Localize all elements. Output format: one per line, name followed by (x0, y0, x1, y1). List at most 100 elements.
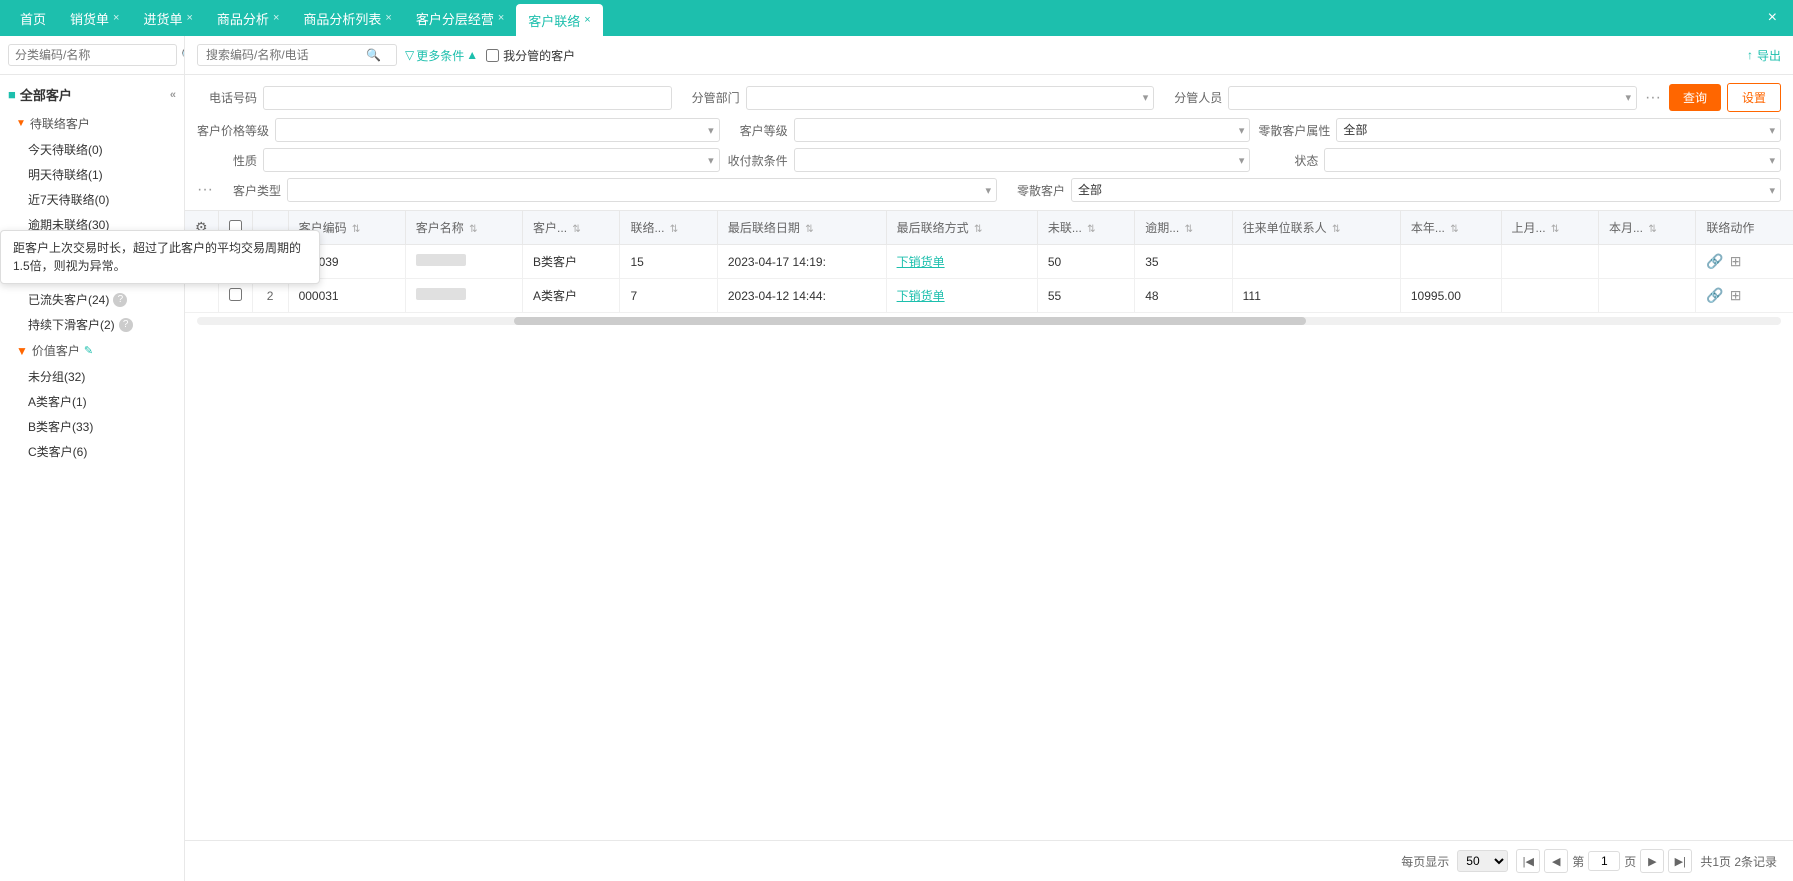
nav-home[interactable]: 首页 (8, 0, 58, 36)
page-next-button[interactable]: ▶ (1640, 849, 1664, 873)
window-close-button[interactable]: × (1760, 9, 1785, 27)
horizontal-scrollbar[interactable] (197, 317, 1781, 325)
sidebar-item-7days[interactable]: 近7天待联络(0) (0, 187, 184, 212)
total-records: 共1页 2条记录 (1700, 853, 1777, 870)
page-prev-button[interactable]: ◀ (1544, 849, 1568, 873)
action-buttons: 查询 设置 (1669, 83, 1781, 112)
row4-dots[interactable]: ··· (197, 181, 213, 199)
sidebar-item-class-c[interactable]: C类客户(6) (0, 439, 184, 464)
sidebar-item-class-a[interactable]: A类客户(1) (0, 389, 184, 414)
last-method-link-1[interactable]: 下销货单 (897, 255, 945, 269)
sort-last-month-icon[interactable]: ⇅ (1551, 224, 1559, 235)
row-checkbox-2[interactable] (229, 288, 242, 301)
my-customers-checkbox[interactable]: 我分管的客户 (486, 47, 575, 64)
main-search-icon[interactable]: 🔍 (366, 48, 381, 62)
nav-sales-close[interactable]: × (113, 12, 119, 24)
action-link-icon-1[interactable]: 🔗 (1706, 253, 1723, 270)
edit-icon[interactable]: ✎ (84, 344, 93, 357)
price-level-select[interactable] (275, 118, 720, 142)
retail-attribute-select[interactable]: 全部 (1336, 118, 1781, 142)
last-method-link-2[interactable]: 下销货单 (897, 289, 945, 303)
sort-contact-icon[interactable]: ⇅ (670, 224, 678, 235)
sidebar-all-customers[interactable]: ■ 全部客户 « (0, 79, 184, 110)
expand-icon: ■ (8, 87, 16, 102)
manager-select[interactable] (1228, 86, 1637, 110)
collapse-icon[interactable]: « (170, 89, 176, 101)
chevron-up-icon: ▲ (466, 48, 478, 62)
sort-date-icon[interactable]: ⇅ (805, 224, 813, 235)
filter-row-4: ··· 客户类型 零散客户 全部 (197, 178, 1781, 202)
retail-customer-select[interactable]: 全部 (1071, 178, 1781, 202)
nav-sales[interactable]: 销货单 × (58, 0, 131, 36)
sidebar-search-input[interactable] (8, 44, 177, 66)
export-button[interactable]: ↑ 导出 (1747, 47, 1781, 64)
nav-product-analysis[interactable]: 商品分析 × (205, 0, 291, 36)
action-link-icon-2[interactable]: 🔗 (1706, 287, 1723, 304)
query-button[interactable]: 查询 (1669, 84, 1721, 111)
sort-code-icon[interactable]: ⇅ (352, 224, 360, 235)
sidebar-section-value[interactable]: ▼ 价值客户 ✎ (0, 337, 184, 364)
price-level-label: 客户价格等级 (197, 122, 269, 139)
sidebar-item-churned[interactable]: 已流失客户(24) ? (0, 287, 184, 312)
gender-select[interactable] (263, 148, 720, 172)
sidebar-item-tomorrow[interactable]: 明天待联络(1) (0, 162, 184, 187)
page-number-input[interactable] (1588, 851, 1620, 871)
filter-row-1: 电话号码 分管部门 分管人员 ··· 查询 (197, 83, 1781, 112)
nav-customer-contact[interactable]: 客户联络 × (516, 4, 602, 36)
td-category-2: A类客户 (523, 279, 620, 313)
filter-retail-customer: 零散客户 全部 (1005, 178, 1781, 202)
action-icons-2: 🔗 ⊞ (1706, 287, 1783, 304)
sort-this-month-icon[interactable]: ⇅ (1648, 224, 1656, 235)
sort-year-icon[interactable]: ⇅ (1450, 224, 1458, 235)
nav-customer-segment-close[interactable]: × (498, 12, 504, 24)
td-contact-1: 15 (620, 245, 717, 279)
page-first-button[interactable]: |◀ (1516, 849, 1540, 873)
sidebar-item-declining[interactable]: 持续下滑客户(2) ? (0, 312, 184, 337)
phone-label: 电话号码 (197, 89, 257, 106)
sort-name-icon[interactable]: ⇅ (469, 224, 477, 235)
sidebar-item-today[interactable]: 今天待联络(0) (0, 137, 184, 162)
setting-button[interactable]: 设置 (1727, 83, 1781, 112)
nav-product-list[interactable]: 商品分析列表 × (291, 0, 403, 36)
payment-select[interactable] (794, 148, 1251, 172)
customer-type-select[interactable] (287, 178, 997, 202)
sidebar-item-class-b[interactable]: B类客户(33) (0, 414, 184, 439)
my-customers-check[interactable] (486, 49, 499, 62)
per-page-select[interactable]: 50 20 100 (1457, 850, 1508, 872)
sidebar-section-pending[interactable]: ▼ 待联络客户 (0, 110, 184, 137)
nav-purchase-close[interactable]: × (186, 12, 192, 24)
nav-customer-contact-close[interactable]: × (584, 14, 590, 26)
nav-purchase[interactable]: 进货单 × (131, 0, 204, 36)
retail-attribute-label: 零散客户属性 (1258, 122, 1330, 139)
action-grid-icon-2[interactable]: ⊞ (1730, 287, 1742, 304)
page-last-button[interactable]: ▶| (1668, 849, 1692, 873)
retail-customer-label: 零散客户 (1005, 182, 1065, 199)
sort-unit-icon[interactable]: ⇅ (1332, 224, 1340, 235)
nav-customer-segment[interactable]: 客户分层经营 × (404, 0, 516, 36)
td-name-2 (405, 279, 522, 313)
sort-overdue-icon[interactable]: ⇅ (1185, 224, 1193, 235)
help-icon-churned[interactable]: ? (113, 293, 127, 307)
td-this-year-2: 10995.00 (1400, 279, 1501, 313)
nav-product-analysis-close[interactable]: × (273, 12, 279, 24)
section-arrow: ▼ (16, 118, 26, 129)
nav-product-list-close[interactable]: × (385, 12, 391, 24)
sort-method-icon[interactable]: ⇅ (974, 224, 982, 235)
main-search-input[interactable] (206, 48, 366, 62)
action-grid-icon-1[interactable]: ⊞ (1730, 253, 1742, 270)
more-conditions-button[interactable]: ▽ 更多条件 ▲ (405, 47, 478, 64)
th-action: 联络动作 (1696, 211, 1793, 245)
sidebar-item-ungroup[interactable]: 未分组(32) (0, 364, 184, 389)
td-uncontacted-2: 55 (1037, 279, 1134, 313)
filter-row-3: 性质 收付款条件 状态 (197, 148, 1781, 172)
scrollbar-thumb[interactable] (514, 317, 1306, 325)
th-last-contact-method: 最后联络方式 ⇅ (886, 211, 1037, 245)
sort-uncontacted-icon[interactable]: ⇅ (1087, 224, 1095, 235)
department-select[interactable] (746, 86, 1155, 110)
sort-category-icon[interactable]: ⇅ (572, 224, 580, 235)
phone-input[interactable] (263, 86, 672, 110)
customer-level-select[interactable] (794, 118, 1251, 142)
help-icon-declining[interactable]: ? (119, 318, 133, 332)
manager-dots[interactable]: ··· (1645, 89, 1661, 107)
status-select[interactable] (1324, 148, 1781, 172)
